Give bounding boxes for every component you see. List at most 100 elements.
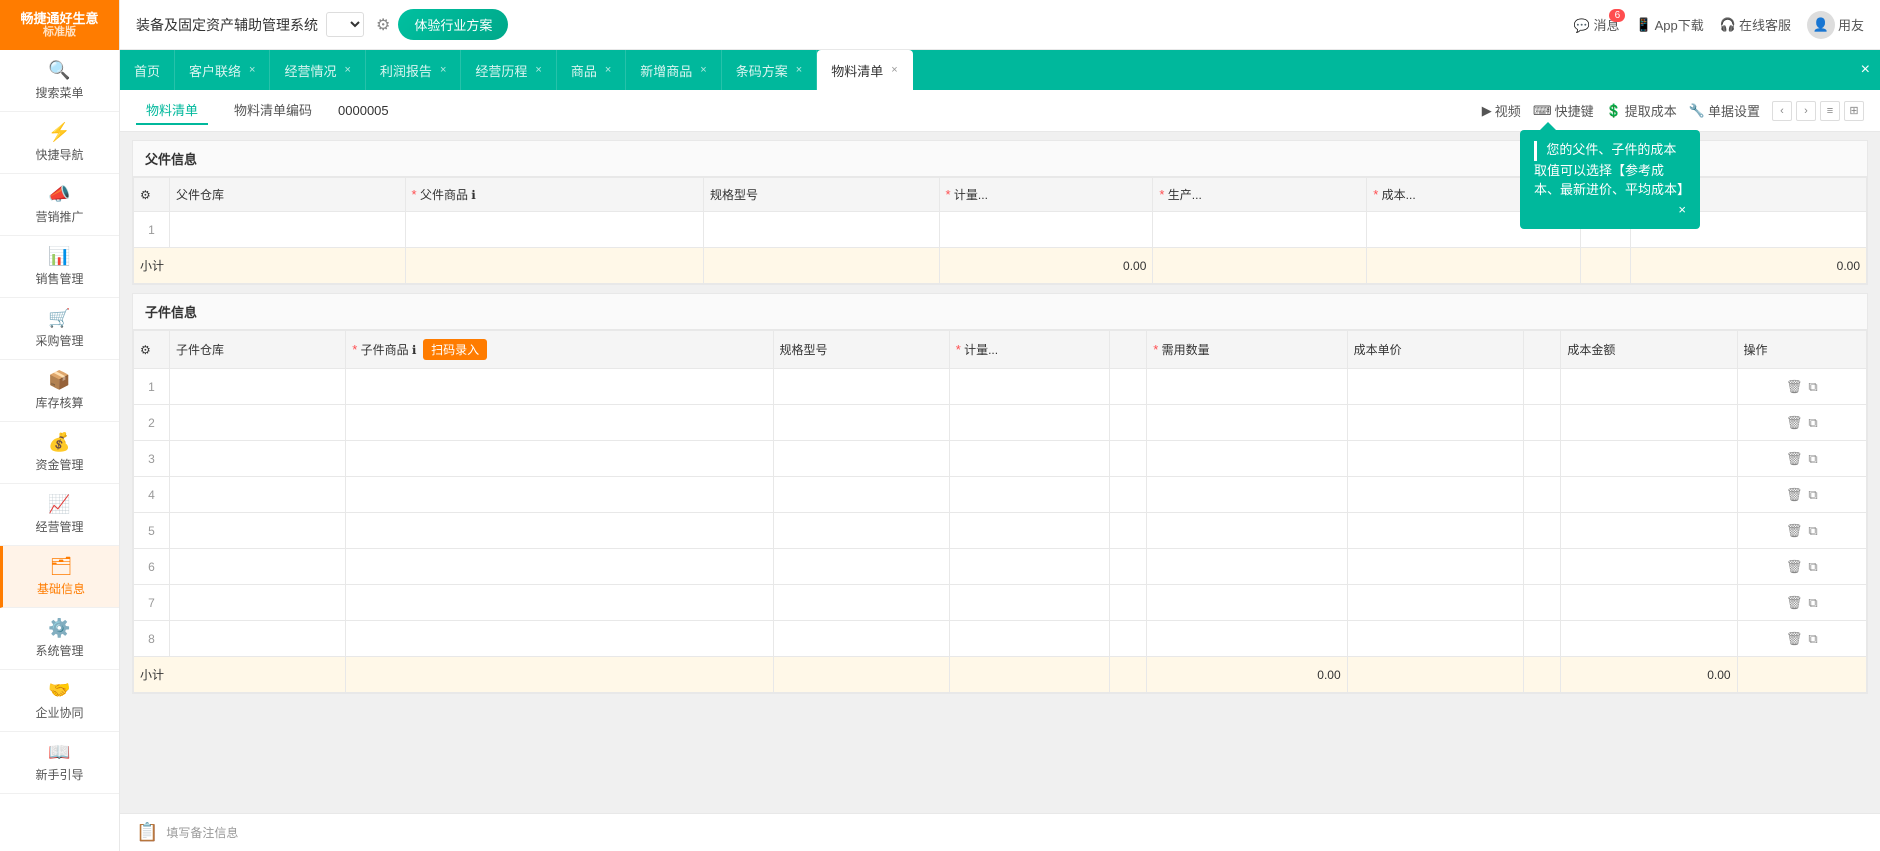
grid-view-button[interactable]: ⊞ [1844, 101, 1864, 121]
extract-cost-button[interactable]: 💲 提取成本 [1606, 101, 1677, 120]
child-unit-cost-cell[interactable] [1347, 369, 1523, 405]
child-product-cell[interactable] [346, 477, 773, 513]
app-download-button[interactable]: 📱 App下载 [1635, 15, 1703, 34]
sidebar-item-新手引导[interactable]: 📖新手引导 [0, 732, 119, 794]
message-button[interactable]: 💬 6 消息 [1574, 15, 1620, 34]
sidebar-item-采购管理[interactable]: 🛒采购管理 [0, 298, 119, 360]
copy-icon[interactable]: ⧉ [1808, 523, 1817, 539]
child-unit-cell[interactable] [949, 441, 1109, 477]
child-warehouse-cell[interactable] [170, 441, 346, 477]
nav-tab-客户联络[interactable]: 客户联络× [175, 50, 270, 90]
child-product-cell[interactable] [346, 405, 773, 441]
next-page-button[interactable]: › [1796, 101, 1816, 121]
parent-warehouse-cell[interactable] [170, 212, 406, 248]
child-unit-cell[interactable] [949, 405, 1109, 441]
child-unit-cost-cell[interactable] [1347, 513, 1523, 549]
trial-button[interactable]: 体验行业方案 [398, 9, 508, 40]
nav-tab-利润报告[interactable]: 利润报告× [366, 50, 461, 90]
child-product-cell[interactable] [346, 441, 773, 477]
child-qty-cell[interactable] [1147, 477, 1347, 513]
delete-icon[interactable]: 🗑 [1786, 523, 1803, 539]
video-button[interactable]: ▶ 视频 [1482, 101, 1521, 120]
online-service-button[interactable]: 🎧 在线客服 [1720, 15, 1791, 34]
child-unit-cost-cell[interactable] [1347, 477, 1523, 513]
child-qty-cell[interactable] [1147, 585, 1347, 621]
child-unit-cost-cell[interactable] [1347, 405, 1523, 441]
child-product-cell[interactable] [346, 369, 773, 405]
child-unit-cell[interactable] [949, 621, 1109, 657]
child-qty-cell[interactable] [1147, 405, 1347, 441]
child-spec-cell[interactable] [773, 549, 949, 585]
delete-icon[interactable]: 🗑 [1786, 415, 1803, 431]
child-warehouse-cell[interactable] [170, 477, 346, 513]
parent-col-settings[interactable]: ⚙ [134, 178, 170, 212]
child-unit-cell[interactable] [949, 477, 1109, 513]
child-unit-cell[interactable] [949, 513, 1109, 549]
close-all-tabs-button[interactable]: × [1851, 50, 1880, 90]
shortcut-button[interactable]: ⌨ 快捷键 [1533, 101, 1594, 120]
child-warehouse-cell[interactable] [170, 405, 346, 441]
nav-tab-经营情况[interactable]: 经营情况× [270, 50, 365, 90]
copy-icon[interactable]: ⧉ [1808, 379, 1817, 395]
child-col-settings[interactable]: ⚙ [134, 331, 170, 369]
tab-close-icon[interactable]: × [249, 64, 255, 76]
child-spec-cell[interactable] [773, 621, 949, 657]
child-qty-cell[interactable] [1147, 621, 1347, 657]
system-select[interactable] [326, 12, 364, 37]
nav-tab-经营历程[interactable]: 经营历程× [461, 50, 556, 90]
child-spec-cell[interactable] [773, 513, 949, 549]
child-unit-cost-cell[interactable] [1347, 585, 1523, 621]
child-spec-cell[interactable] [773, 369, 949, 405]
nav-tab-物料清单[interactable]: 物料清单× [817, 50, 912, 90]
child-unit-cost-cell[interactable] [1347, 441, 1523, 477]
child-spec-cell[interactable] [773, 585, 949, 621]
delete-icon[interactable]: 🗑 [1786, 595, 1803, 611]
child-spec-cell[interactable] [773, 405, 949, 441]
sidebar-item-营销推广[interactable]: 📣营销推广 [0, 174, 119, 236]
child-warehouse-cell[interactable] [170, 585, 346, 621]
sidebar-item-系统管理[interactable]: ⚙️系统管理 [0, 608, 119, 670]
child-warehouse-cell[interactable] [170, 621, 346, 657]
tab-close-icon[interactable]: × [535, 64, 541, 76]
sidebar-item-经营管理[interactable]: 📈经营管理 [0, 484, 119, 546]
child-unit-cost-cell[interactable] [1347, 621, 1523, 657]
sidebar-item-资金管理[interactable]: 💰资金管理 [0, 422, 119, 484]
child-unit-cell[interactable] [949, 585, 1109, 621]
delete-icon[interactable]: 🗑 [1786, 451, 1803, 467]
copy-icon[interactable]: ⧉ [1808, 595, 1817, 611]
note-placeholder[interactable]: 填写备注信息 [166, 824, 238, 841]
nav-tab-条码方案[interactable]: 条码方案× [722, 50, 817, 90]
nav-tab-首页[interactable]: 首页 [120, 50, 175, 90]
child-spec-cell[interactable] [773, 477, 949, 513]
child-spec-cell[interactable] [773, 441, 949, 477]
parent-unit-cell[interactable] [939, 212, 1153, 248]
parent-produce-cell[interactable] [1153, 212, 1367, 248]
sidebar-item-快捷导航[interactable]: ⚡快捷导航 [0, 112, 119, 174]
child-unit-cell[interactable] [949, 369, 1109, 405]
child-qty-cell[interactable] [1147, 513, 1347, 549]
tab-close-icon[interactable]: × [700, 64, 706, 76]
copy-icon[interactable]: ⧉ [1808, 415, 1817, 431]
copy-icon[interactable]: ⧉ [1808, 451, 1817, 467]
child-product-cell[interactable] [346, 585, 773, 621]
delete-icon[interactable]: 🗑 [1786, 631, 1803, 647]
child-warehouse-cell[interactable] [170, 369, 346, 405]
parent-spec-cell[interactable] [703, 212, 939, 248]
sidebar-item-销售管理[interactable]: 📊销售管理 [0, 236, 119, 298]
tooltip-close-button[interactable]: × [1678, 200, 1686, 220]
delete-icon[interactable]: 🗑 [1786, 559, 1803, 575]
single-settings-button[interactable]: 🔧 单据设置 [1689, 101, 1760, 120]
child-warehouse-cell[interactable] [170, 549, 346, 585]
tab-close-icon[interactable]: × [891, 64, 897, 76]
tab-close-icon[interactable]: × [796, 64, 802, 76]
tab-close-icon[interactable]: × [605, 64, 611, 76]
child-warehouse-cell[interactable] [170, 513, 346, 549]
child-product-cell[interactable] [346, 621, 773, 657]
sidebar-item-搜索菜单[interactable]: 🔍搜索菜单 [0, 50, 119, 112]
copy-icon[interactable]: ⧉ [1808, 487, 1817, 503]
copy-icon[interactable]: ⧉ [1808, 559, 1817, 575]
gear-icon[interactable]: ⚙ [376, 15, 390, 35]
child-qty-cell[interactable] [1147, 549, 1347, 585]
delete-icon[interactable]: 🗑 [1786, 379, 1803, 395]
parent-product-cell[interactable] [405, 212, 703, 248]
